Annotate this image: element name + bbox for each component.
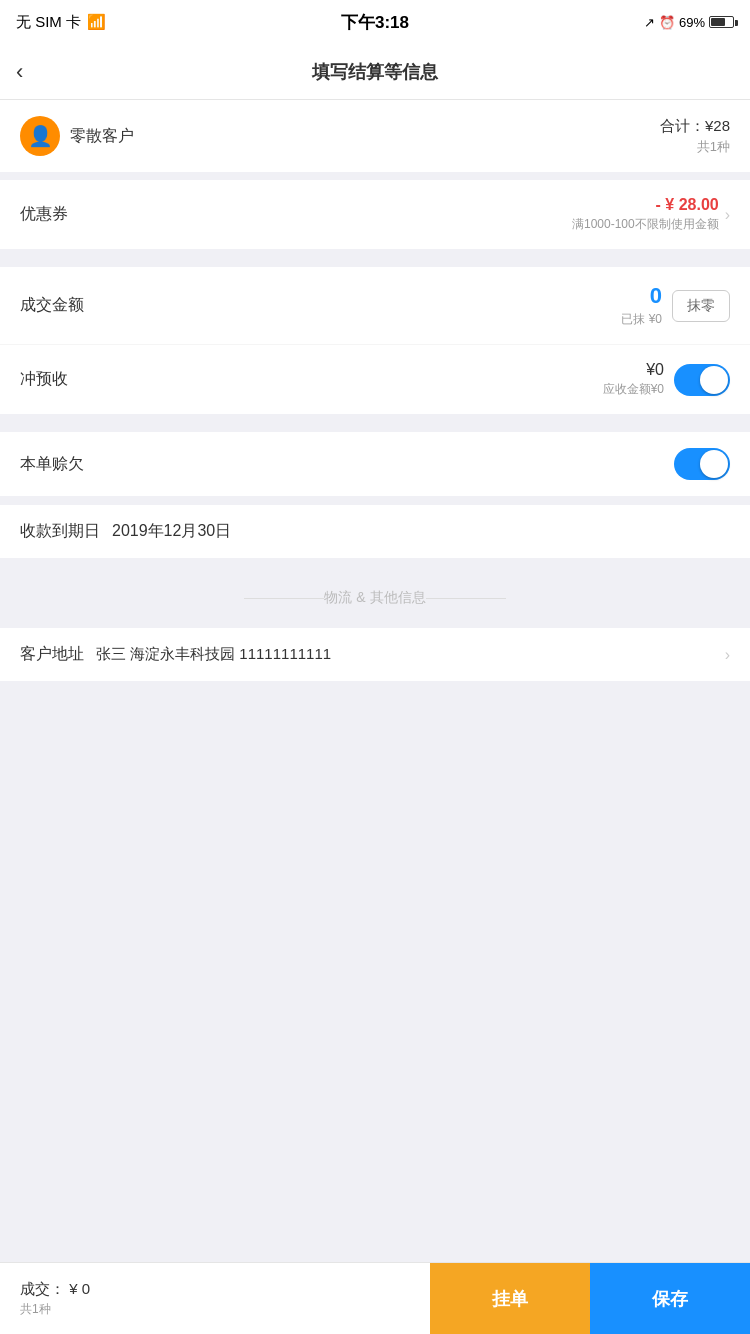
debt-section: 本单赊欠	[0, 432, 750, 496]
prepayment-sub: 应收金额¥0	[603, 381, 664, 398]
status-right: ↗ ⏰ 69%	[644, 15, 734, 30]
logistics-text: 物流 & 其他信息	[304, 589, 445, 607]
address-value: 张三 海淀永丰科技园 11111111111	[96, 645, 725, 664]
deal-amount-right: 0 已抹 ¥0 抹零	[621, 283, 730, 328]
address-section[interactable]: 客户地址 张三 海淀永丰科技园 11111111111 ›	[0, 628, 750, 681]
nav-bar: ‹ 填写结算等信息	[0, 44, 750, 100]
address-label: 客户地址	[20, 644, 84, 665]
duedate-value: 2019年12月30日	[112, 521, 231, 542]
customer-total-amount: 合计：¥28	[660, 117, 730, 136]
coupon-label: 优惠券	[20, 204, 68, 225]
status-bar: 无 SIM 卡 📶 下午3:18 ↗ ⏰ 69%	[0, 0, 750, 44]
content: 👤 零散客户 合计：¥28 共1种 优惠券 - ¥ 28.00 满1000-10…	[0, 100, 750, 761]
section-divider-2	[0, 422, 750, 432]
deal-amount-value: 0	[621, 283, 662, 309]
section-divider-3	[0, 558, 750, 568]
wifi-icon: 📶	[87, 13, 106, 31]
battery-text: 69%	[679, 15, 705, 30]
coupon-section[interactable]: 优惠券 - ¥ 28.00 满1000-100不限制使用金额 ›	[0, 180, 750, 249]
debt-toggle-thumb	[700, 450, 728, 478]
alarm-icon: ⏰	[659, 15, 675, 30]
maolin-button[interactable]: 抹零	[672, 290, 730, 322]
customer-name: 零散客户	[70, 126, 134, 147]
coupon-value-area: - ¥ 28.00 满1000-100不限制使用金额	[572, 196, 719, 233]
bottom-total: 成交： ¥ 0	[20, 1280, 410, 1299]
customer-info: 👤 零散客户	[20, 116, 134, 156]
customer-section: 👤 零散客户 合计：¥28 共1种	[0, 100, 750, 172]
toggle-thumb	[700, 366, 728, 394]
deal-amount-label: 成交金额	[20, 295, 84, 316]
bottom-info: 成交： ¥ 0 共1种	[0, 1280, 430, 1318]
avatar: 👤	[20, 116, 60, 156]
status-time: 下午3:18	[341, 11, 409, 34]
debt-label: 本单赊欠	[20, 454, 84, 475]
deal-amount-row: 成交金额 0 已抹 ¥0 抹零	[0, 267, 750, 345]
logistics-divider: 物流 & 其他信息	[0, 576, 750, 620]
deal-amount-sub: 已抹 ¥0	[621, 311, 662, 328]
coupon-right: - ¥ 28.00 满1000-100不限制使用金额 ›	[572, 196, 730, 233]
prepayment-right: ¥0 应收金额¥0	[603, 361, 730, 398]
deal-amount-section: 成交金额 0 已抹 ¥0 抹零 冲预收 ¥0 应收金额¥0	[0, 267, 750, 414]
status-left: 无 SIM 卡 📶	[16, 13, 106, 32]
save-button[interactable]: 保存	[590, 1263, 750, 1334]
prepayment-toggle[interactable]	[674, 364, 730, 396]
section-divider-1	[0, 257, 750, 267]
location-icon: ↗	[644, 15, 655, 30]
deal-amount-block: 0 已抹 ¥0	[621, 283, 662, 328]
bottom-bar: 成交： ¥ 0 共1种 挂单 保存	[0, 1262, 750, 1334]
bottom-total-value: ¥ 0	[69, 1280, 90, 1297]
prepayment-label: 冲预收	[20, 369, 68, 390]
prepayment-value: ¥0	[603, 361, 664, 379]
chevron-right-icon: ›	[725, 206, 730, 224]
back-button[interactable]: ‹	[16, 59, 23, 85]
hang-button[interactable]: 挂单	[430, 1263, 590, 1334]
prepayment-row: 冲预收 ¥0 应收金额¥0	[0, 345, 750, 414]
bottom-total-label: 成交：	[20, 1280, 65, 1297]
page-title: 填写结算等信息	[312, 60, 438, 84]
coupon-amount: - ¥ 28.00	[572, 196, 719, 214]
duedate-section: 收款到期日 2019年12月30日	[0, 504, 750, 558]
duedate-row: 收款到期日 2019年12月30日	[20, 521, 730, 542]
battery-icon	[709, 16, 734, 28]
customer-item-count: 共1种	[660, 138, 730, 156]
debt-toggle[interactable]	[674, 448, 730, 480]
carrier-text: 无 SIM 卡	[16, 13, 81, 32]
bottom-count: 共1种	[20, 1301, 410, 1318]
address-chevron-icon: ›	[725, 646, 730, 664]
prepayment-value-block: ¥0 应收金额¥0	[603, 361, 664, 398]
customer-total-info: 合计：¥28 共1种	[660, 117, 730, 156]
duedate-label: 收款到期日	[20, 521, 100, 542]
coupon-desc: 满1000-100不限制使用金额	[572, 216, 719, 233]
